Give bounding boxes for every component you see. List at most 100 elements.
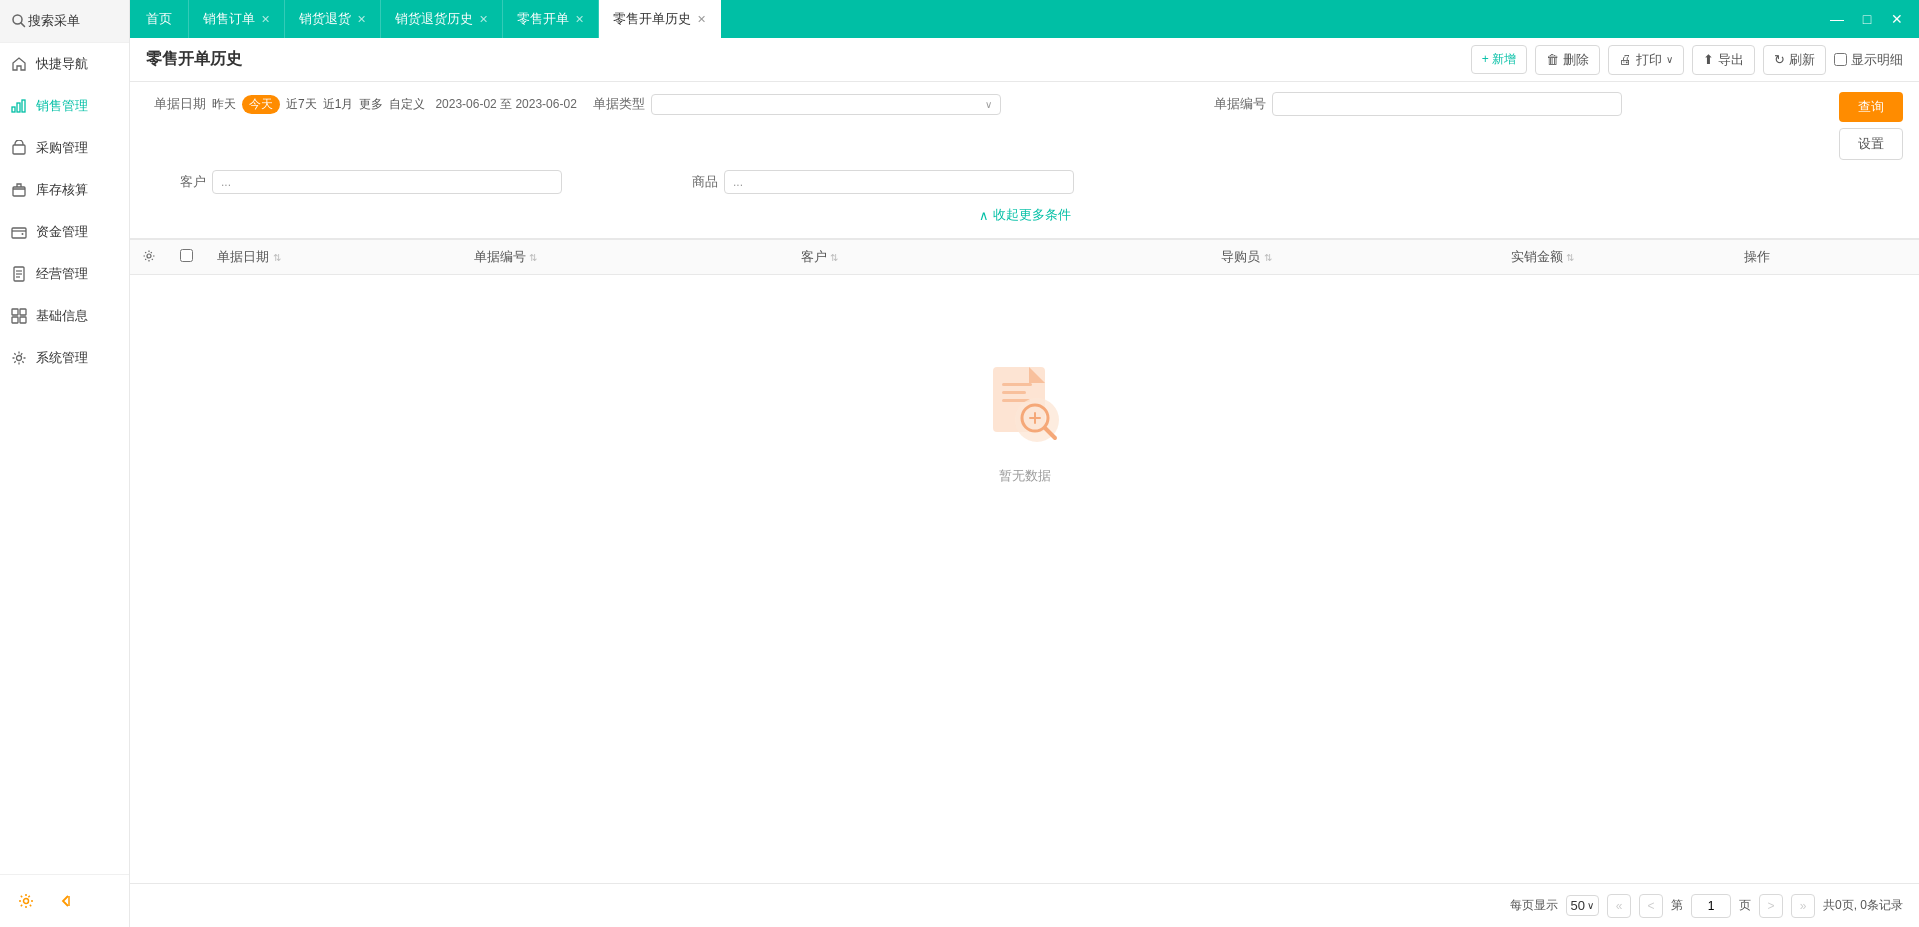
last-page-btn[interactable]: » [1791,894,1815,918]
date-today[interactable]: 今天 [242,95,280,114]
settings-icon [10,349,28,367]
query-button[interactable]: 查询 [1839,92,1903,122]
tab-sales-return-close[interactable]: ✕ [357,13,366,26]
search-icon [10,12,28,30]
tab-retail-open[interactable]: 零售开单 ✕ [503,0,599,38]
collapse-arrow-icon: ∧ [979,208,989,223]
per-page-select[interactable]: 50 ∨ [1566,895,1599,916]
svg-rect-4 [22,100,25,112]
tab-retail-history[interactable]: 零售开单历史 ✕ [599,0,721,38]
print-button[interactable]: 🖨 打印 ∨ [1608,45,1684,75]
sidebar-item-sales[interactable]: 销售管理 [0,85,129,127]
next-page-btn[interactable]: > [1759,894,1783,918]
number-label: 单据编号 [1206,95,1266,113]
tab-sales-order-label: 销售订单 [203,10,255,28]
tab-home[interactable]: 首页 [130,0,189,38]
col-date-header: 单据日期 ⇅ [205,240,462,275]
tab-sales-return[interactable]: 销货退货 ✕ [285,0,381,38]
sidebar-search-label: 搜索采单 [28,12,80,30]
goods-select-text: ... [733,175,1065,189]
date-custom[interactable]: 自定义 [389,96,425,113]
delete-icon: 🗑 [1546,52,1559,67]
svg-rect-2 [12,107,15,112]
add-button[interactable]: + 新增 [1471,45,1527,74]
tab-sales-order[interactable]: 销售订单 ✕ [189,0,285,38]
empty-state: 暂无数据 [130,275,1919,565]
tab-sales-order-close[interactable]: ✕ [261,13,270,26]
tab-retail-history-close[interactable]: ✕ [697,13,706,26]
sidebar-item-operation[interactable]: 经营管理 [0,253,129,295]
sort-staff-btn[interactable]: 导购员 ⇅ [1221,249,1272,264]
sidebar-item-basic[interactable]: 基础信息 [0,295,129,337]
grid-icon [10,307,28,325]
first-page-btn[interactable]: « [1607,894,1631,918]
number-input[interactable] [1272,92,1622,116]
tab-retail-open-close[interactable]: ✕ [575,13,584,26]
empty-illustration [975,355,1075,455]
export-button[interactable]: ⬆ 导出 [1692,45,1755,75]
sidebar-item-purchase[interactable]: 采购管理 [0,127,129,169]
col-settings-header[interactable] [130,240,168,275]
bottom-settings-btn[interactable] [10,885,42,917]
page-label: 第 [1671,897,1683,914]
sidebar-item-quick-nav[interactable]: 快捷导航 [0,43,129,85]
bag-icon [10,139,28,157]
date-range-display: 2023-06-02 至 2023-06-02 [435,96,576,113]
date-week[interactable]: 近7天 [286,96,317,113]
sort-cust-btn[interactable]: 客户 ⇅ [801,249,839,264]
data-table: 单据日期 ⇅ 单据编号 ⇅ 客户 ⇅ [130,239,1919,275]
select-all-checkbox[interactable] [180,249,193,262]
empty-text: 暂无数据 [999,467,1051,485]
per-page-arrow-icon: ∨ [1587,900,1594,911]
date-more[interactable]: 更多 [359,96,383,113]
svg-rect-3 [17,103,20,112]
tab-home-label: 首页 [146,10,172,28]
sidebar-item-inventory[interactable]: 库存核算 [0,169,129,211]
sidebar-label-quick-nav: 快捷导航 [36,55,88,73]
home-icon [10,55,28,73]
svg-rect-14 [20,309,26,315]
sort-date-btn[interactable]: 单据日期 ⇅ [217,249,281,264]
close-btn[interactable]: ✕ [1883,5,1911,33]
toolbar-actions: + 新增 🗑 🗑 删除 删除 🖨 打印 ∨ ⬆ 导出 ↻ 刷新 显示 [1471,45,1903,75]
delete-button[interactable]: 🗑 🗑 删除 删除 [1535,45,1600,75]
display-detail-toggle[interactable]: 显示明细 [1834,51,1903,69]
date-month[interactable]: 近1月 [323,96,354,113]
svg-point-8 [22,233,24,235]
page-input[interactable] [1691,894,1731,918]
refresh-button[interactable]: ↻ 刷新 [1763,45,1826,75]
settings-button[interactable]: 设置 [1839,128,1903,160]
prev-page-btn[interactable]: < [1639,894,1663,918]
svg-point-17 [17,356,22,361]
page-title: 零售开单历史 [146,49,1461,70]
type-select[interactable]: ∨ [651,94,1001,115]
filter-collapse-btn[interactable]: ∧ 收起更多条件 [146,202,1903,228]
customer-select[interactable]: ... [212,170,562,194]
sidebar-search[interactable]: 搜索采单 [0,0,129,43]
sidebar-item-system[interactable]: 系统管理 [0,337,129,379]
customer-label: 客户 [146,173,206,191]
per-page-value: 50 [1571,898,1585,913]
goods-select[interactable]: ... [724,170,1074,194]
date-yesterday[interactable]: 昨天 [212,96,236,113]
filter-section: 单据日期 昨天 今天 近7天 近1月 更多 自定义 2023-06-02 至 2… [130,82,1919,239]
tab-sales-return-history[interactable]: 销货退货历史 ✕ [381,0,503,38]
export-icon: ⬆ [1703,52,1714,67]
sort-num-btn[interactable]: 单据编号 ⇅ [474,249,538,264]
svg-rect-13 [12,309,18,315]
maximize-btn[interactable]: □ [1853,5,1881,33]
sort-amount-btn[interactable]: 实销金额 ⇅ [1511,249,1575,264]
minimize-btn[interactable]: — [1823,5,1851,33]
bottom-collapse-btn[interactable] [50,885,82,917]
page-suffix: 页 [1739,897,1751,914]
settings-table-icon[interactable] [142,251,156,266]
page-total: 共0页, 0条记录 [1823,897,1903,914]
col-check-header[interactable] [168,240,205,275]
display-detail-checkbox[interactable] [1834,53,1847,66]
sidebar-bottom [0,874,129,927]
display-detail-label: 显示明细 [1851,51,1903,69]
tab-sales-return-history-close[interactable]: ✕ [479,13,488,26]
svg-rect-7 [12,228,26,238]
sidebar-item-finance[interactable]: 资金管理 [0,211,129,253]
tab-sales-return-label: 销货退货 [299,10,351,28]
